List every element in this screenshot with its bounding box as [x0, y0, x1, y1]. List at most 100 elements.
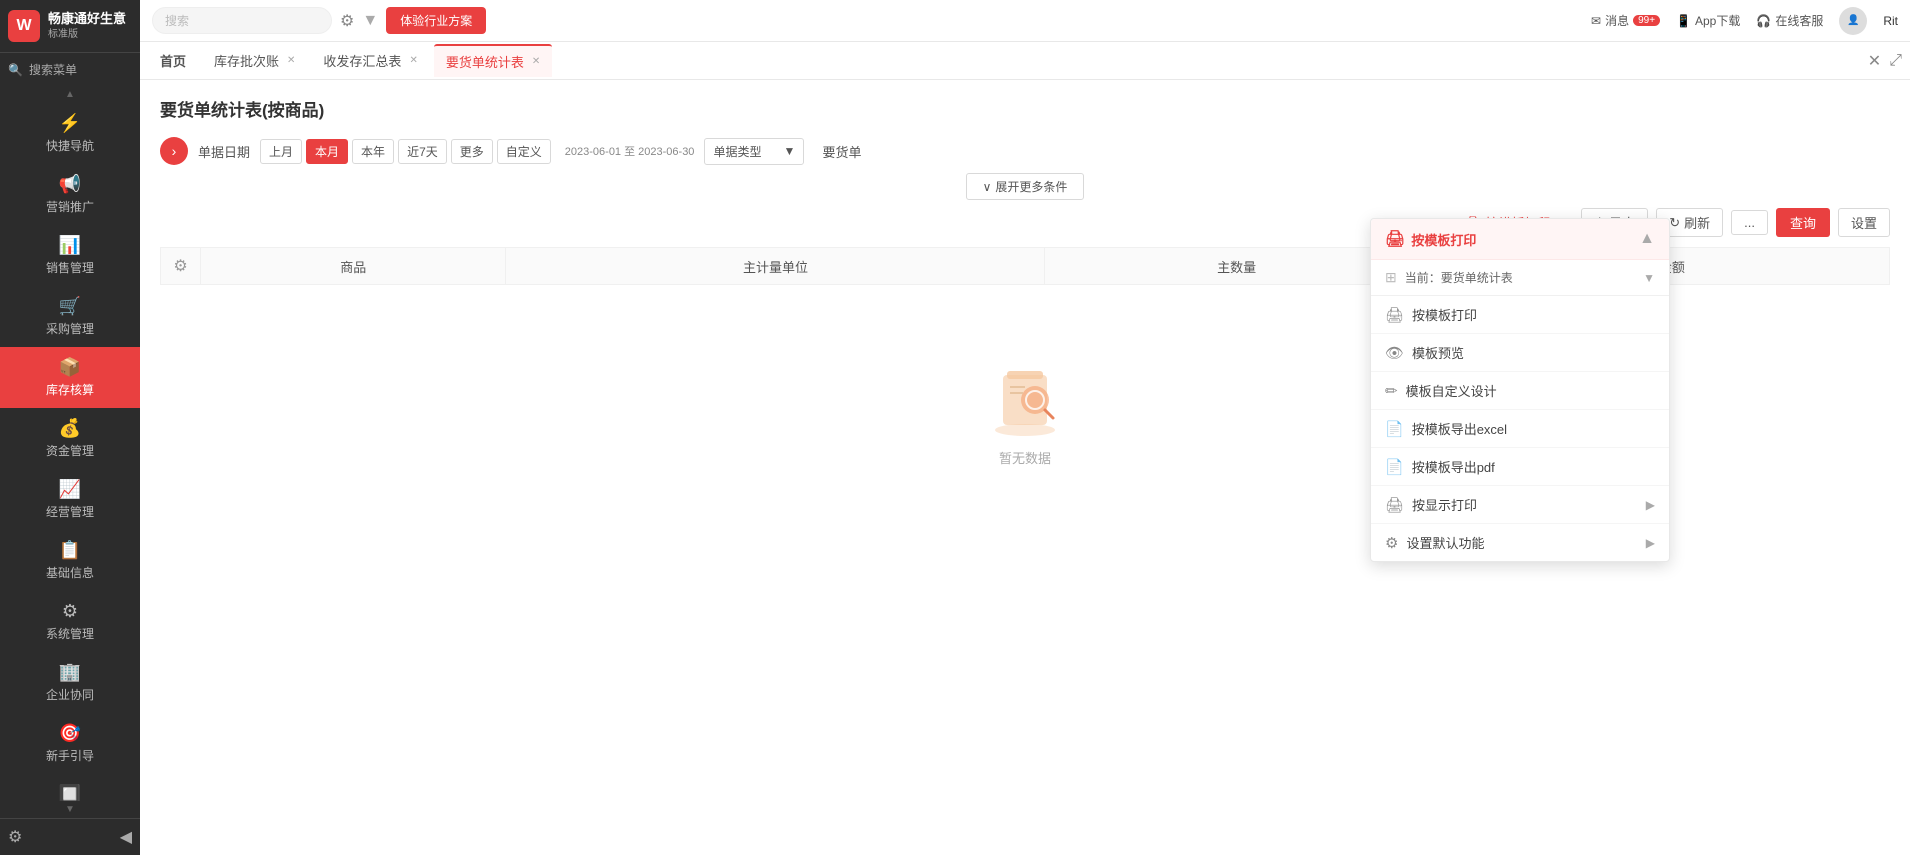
settings-button[interactable]: 设置	[1838, 208, 1890, 237]
date-buttons: 上月 本月 本年 近7天 更多 自定义	[260, 139, 551, 164]
sidebar-item-marketing[interactable]: 📢 营销推广	[0, 164, 140, 225]
last-7-days-button[interactable]: 近7天	[398, 139, 447, 164]
dropdown-item-export-excel[interactable]: 📄 按模板导出excel	[1371, 410, 1669, 448]
prev-month-button[interactable]: 上月	[260, 139, 302, 164]
tab-bar-controls: ✕ ⤢	[1868, 51, 1902, 71]
sidebar-item-purchase[interactable]: 🛒 采购管理	[0, 286, 140, 347]
top-bar-right: ✉ 消息 99+ 📱 App下载 🎧 在线客服 👤 Rit	[1591, 7, 1898, 35]
main-content: 搜索 ⚙ ▼ 体验行业方案 ✉ 消息 99+ 📱 App下载 🎧 在线客服 👤 …	[140, 0, 1910, 855]
top-bar-search: 搜索	[152, 7, 332, 34]
filter-bar: › 单据日期 上月 本月 本年 近7天 更多 自定义 2023-06-01 至 …	[160, 137, 1890, 165]
goods-order-label: 要货单	[822, 142, 861, 161]
message-badge: 99+	[1633, 15, 1660, 26]
export-pdf-icon: 📄	[1385, 458, 1404, 476]
current-template-icon: ⊞	[1385, 269, 1397, 286]
guide-icon: 🎯	[59, 723, 81, 744]
app-name: 畅康通好生意 标准版	[48, 11, 126, 41]
more-actions-button[interactable]: ...	[1731, 210, 1768, 235]
date-range-display: 2023-06-01 至 2023-06-30	[565, 143, 695, 159]
empty-text: 暂无数据	[999, 448, 1051, 467]
query-button[interactable]: 查询	[1776, 208, 1830, 237]
sidebar-bottom: ⚙ ◀	[0, 818, 140, 855]
purchase-icon: 🛒	[59, 296, 81, 317]
sidebar-item-finance[interactable]: 💰 资金管理	[0, 408, 140, 469]
export-excel-icon: 📄	[1385, 420, 1404, 438]
sidebar-item-quick-nav[interactable]: ⚡ 快捷导航	[0, 103, 140, 164]
inventory-icon: 📦	[59, 357, 81, 378]
topbar-gear-icon[interactable]: ⚙	[340, 11, 354, 31]
custom-date-button[interactable]: 自定义	[497, 139, 551, 164]
current-template-arrow: ▼	[1643, 271, 1655, 285]
more-date-button[interactable]: 更多	[451, 139, 493, 164]
current-template-label: 当前：要货单统计表	[1405, 269, 1513, 286]
tab-close-batch-account[interactable]: ✕	[287, 55, 295, 66]
template-custom-icon: ✏	[1385, 382, 1398, 400]
tab-home[interactable]: 首页	[148, 45, 198, 76]
settings-bottom-icon[interactable]: ⚙	[8, 827, 22, 847]
sidebar-item-guide[interactable]: 🎯 新手引导	[0, 713, 140, 774]
template-print-icon: 🖨	[1385, 306, 1404, 324]
current-year-button[interactable]: 本年	[352, 139, 394, 164]
topbar-dropdown-icon[interactable]: ▼	[362, 12, 378, 30]
chevron-right-icon: ›	[172, 143, 177, 159]
template-preview-icon: 👁	[1385, 344, 1404, 362]
quick-nav-icon: ⚡	[59, 113, 81, 134]
app-download-button[interactable]: 📱 App下载	[1676, 12, 1740, 29]
sidebar-item-apps[interactable]: 🔲 应用中心	[0, 774, 140, 801]
enterprise-icon: 🏢	[59, 662, 81, 683]
top-bar: 搜索 ⚙ ▼ 体验行业方案 ✉ 消息 99+ 📱 App下载 🎧 在线客服 👤 …	[140, 0, 1910, 42]
apps-icon: 🔲	[59, 784, 81, 801]
dropdown-current-template[interactable]: ⊞ 当前：要货单统计表 ▼	[1371, 260, 1669, 296]
sidebar-nav: ⚡ 快捷导航 📢 营销推广 📊 销售管理 🛒 采购管理 📦 库存核算 💰 资金管…	[0, 103, 140, 801]
order-type-label: 单据类型	[713, 143, 761, 160]
industry-solution-button[interactable]: 体验行业方案	[386, 7, 486, 34]
tab-receipt-summary[interactable]: 收发存汇总表 ✕	[311, 45, 429, 76]
dropdown-item-template-custom[interactable]: ✏ 模板自定义设计	[1371, 372, 1669, 410]
set-default-icon: ⚙	[1385, 534, 1398, 552]
close-all-tabs-icon[interactable]: ✕	[1868, 51, 1881, 71]
basic-icon: 📋	[59, 540, 81, 561]
dropdown-close-icon[interactable]: ▲	[1639, 230, 1655, 248]
dropdown-item-display-print[interactable]: 🖨 按显示打印 ▶	[1371, 486, 1669, 524]
display-print-arrow: ▶	[1646, 498, 1655, 512]
dropdown-item-template-preview[interactable]: 👁 模板预览	[1371, 334, 1669, 372]
dropdown-header: 🖨 按模板打印 ▲	[1371, 219, 1669, 260]
sidebar-item-sales[interactable]: 📊 销售管理	[0, 225, 140, 286]
sidebar-item-inventory[interactable]: 📦 库存核算	[0, 347, 140, 408]
order-type-select[interactable]: 单据类型 ▼	[704, 138, 804, 165]
finance-icon: 💰	[59, 418, 81, 439]
print-dropdown: 🖨 按模板打印 ▲ ⊞ 当前：要货单统计表 ▼ 🖨 按模板打印 👁 模板预览 ✏…	[1370, 218, 1670, 562]
user-avatar[interactable]: 👤	[1839, 7, 1867, 35]
expand-tabs-icon[interactable]: ⤢	[1889, 52, 1902, 70]
page-content: 要货单统计表(按商品) › 单据日期 上月 本月 本年 近7天 更多 自定义 2…	[140, 80, 1910, 855]
sidebar-scroll-down[interactable]: ▼	[0, 801, 140, 818]
tab-close-receipt-summary[interactable]: ✕	[409, 55, 417, 66]
dropdown-item-export-pdf[interactable]: 📄 按模板导出pdf	[1371, 448, 1669, 486]
online-service-button[interactable]: 🎧 在线客服	[1756, 12, 1823, 29]
sidebar-item-enterprise[interactable]: 🏢 企业协同	[0, 652, 140, 713]
app-logo-icon: W	[8, 10, 40, 42]
tab-close-order-stats[interactable]: ✕	[532, 56, 540, 67]
dropdown-item-set-default[interactable]: ⚙ 设置默认功能 ▶	[1371, 524, 1669, 561]
current-month-button[interactable]: 本月	[306, 139, 348, 164]
sidebar-search[interactable]: 🔍 搜索菜单	[0, 53, 140, 86]
message-button[interactable]: ✉ 消息 99+	[1591, 12, 1660, 29]
sales-icon: 📊	[59, 235, 81, 256]
sidebar-item-basic[interactable]: 📋 基础信息	[0, 530, 140, 591]
filter-expand-button[interactable]: ›	[160, 137, 188, 165]
sidebar-item-operations[interactable]: 📈 经营管理	[0, 469, 140, 530]
expand-more-button[interactable]: ∨ 展开更多条件	[966, 173, 1085, 200]
table-settings-icon[interactable]: ⚙	[173, 258, 187, 275]
sidebar-scroll-up[interactable]: ▲	[0, 86, 140, 103]
tab-order-stats[interactable]: 要货单统计表 ✕	[434, 44, 552, 77]
dropdown-item-template-print[interactable]: 🖨 按模板打印	[1371, 296, 1669, 334]
sidebar-item-system[interactable]: ⚙ 系统管理	[0, 591, 140, 652]
tab-bar: 首页 库存批次账 ✕ 收发存汇总表 ✕ 要货单统计表 ✕ ✕ ⤢	[140, 42, 1910, 80]
tab-batch-account[interactable]: 库存批次账 ✕	[202, 45, 307, 76]
page-title: 要货单统计表(按商品)	[160, 96, 1890, 121]
marketing-icon: 📢	[59, 174, 81, 195]
collapse-icon[interactable]: ◀	[120, 827, 132, 847]
search-icon: 🔍	[8, 63, 23, 77]
print-header-icon: 🖨	[1385, 229, 1405, 249]
sidebar: W 畅康通好生意 标准版 🔍 搜索菜单 ▲ ⚡ 快捷导航 📢 营销推广 📊 销售…	[0, 0, 140, 855]
